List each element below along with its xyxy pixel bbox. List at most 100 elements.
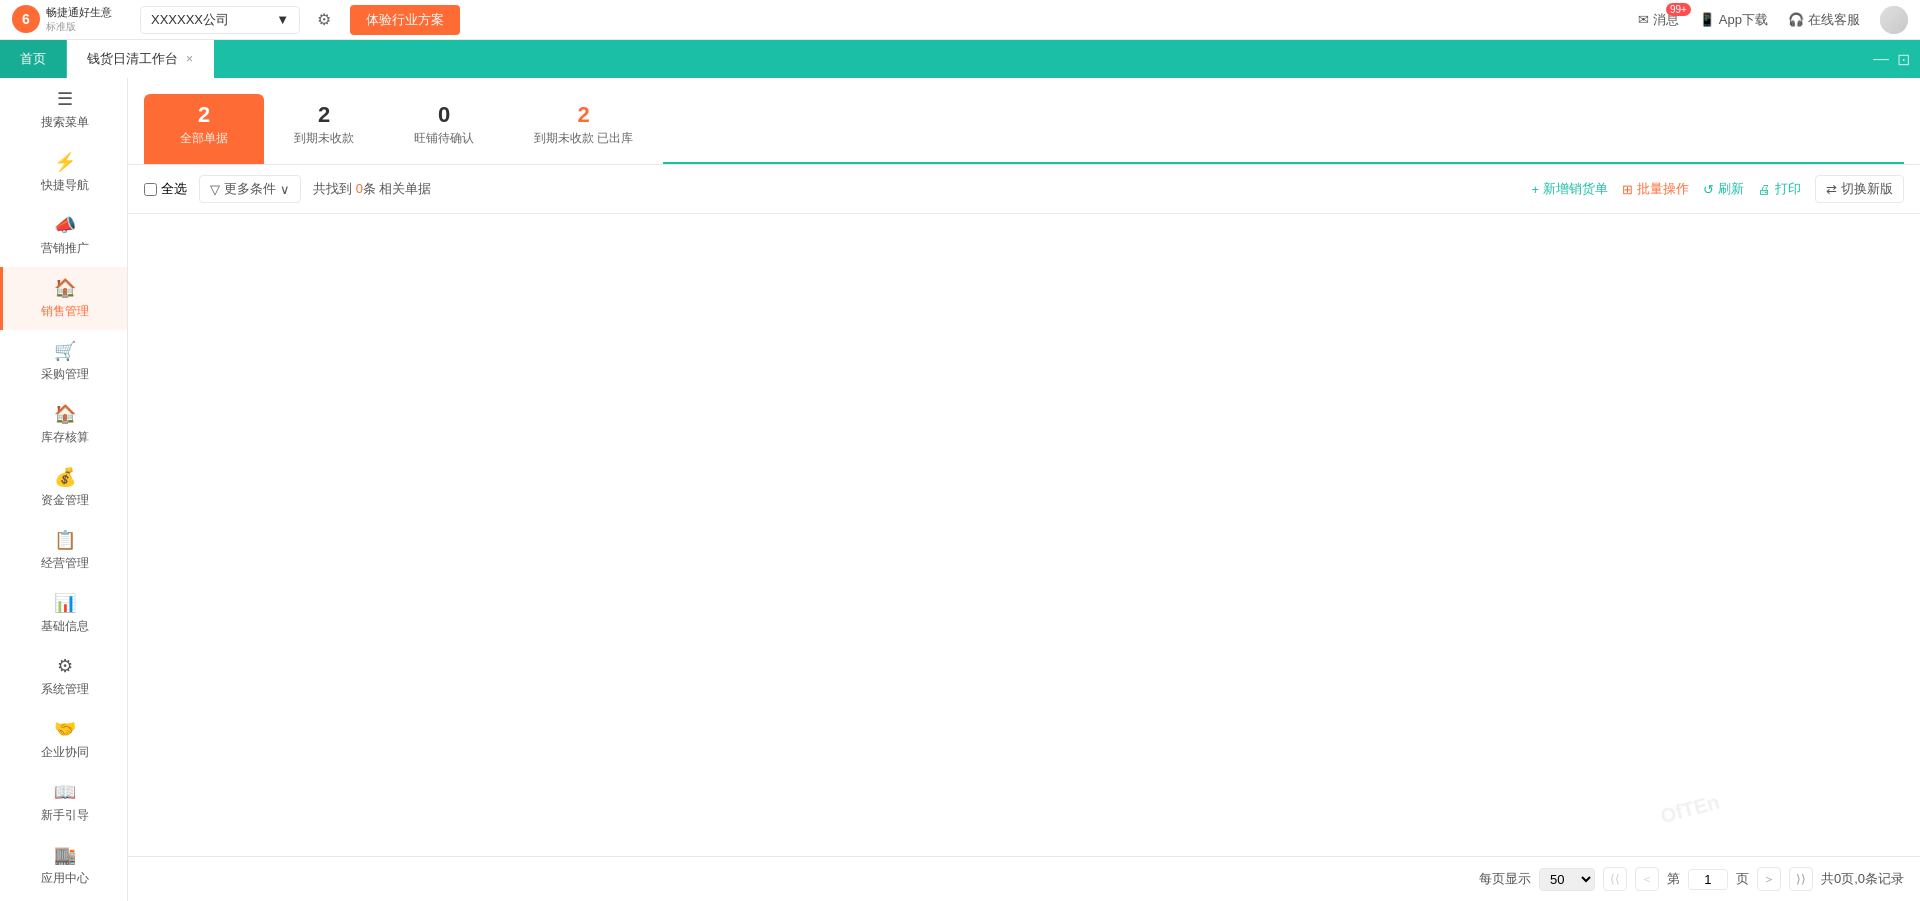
inventory-icon: 🏠	[54, 403, 76, 425]
select-all-checkbox[interactable]	[144, 183, 157, 196]
marketing-label: 营销推广	[41, 240, 89, 257]
maximize-icon[interactable]: ⊡	[1897, 50, 1910, 69]
sales-label: 销售管理	[41, 303, 89, 320]
basic-info-label: 基础信息	[41, 618, 89, 635]
batch-icon: ⊞	[1622, 182, 1633, 197]
online-service-label: 在线客服	[1808, 11, 1860, 29]
per-page-select[interactable]: 50 100 200	[1539, 868, 1595, 891]
company-name: XXXXXX公司	[151, 11, 229, 29]
app-center-label: 应用中心	[41, 870, 89, 887]
sidebar-item-system[interactable]: ⚙ 系统管理	[0, 645, 127, 708]
stat-pending-label: 旺铺待确认	[414, 130, 474, 147]
plus-icon: +	[1531, 182, 1539, 197]
stat-tab-shipped[interactable]: 2 到期未收款 已出库	[504, 94, 663, 164]
settings-button[interactable]: ⚙	[308, 4, 340, 36]
company-selector[interactable]: XXXXXX公司 ▼	[140, 6, 300, 34]
stat-shipped-count: 2	[534, 102, 633, 128]
search-menu-label: 搜索菜单	[41, 114, 89, 131]
message-button[interactable]: ✉ 消息 99+	[1638, 11, 1679, 29]
prev-page-button[interactable]: ＜	[1635, 867, 1659, 891]
batch-operation-button[interactable]: ⊞ 批量操作	[1622, 180, 1689, 198]
add-sales-order-button[interactable]: + 新增销货单	[1531, 180, 1608, 198]
marketing-icon: 📣	[54, 214, 76, 236]
print-button[interactable]: 🖨 打印	[1758, 180, 1801, 198]
stat-pending-count: 0	[414, 102, 474, 128]
avatar[interactable]	[1880, 6, 1908, 34]
home-tab-label: 首页	[20, 50, 46, 68]
system-icon: ⚙	[57, 655, 73, 677]
select-all-label: 全选	[161, 180, 187, 198]
per-page-label: 每页显示	[1479, 870, 1531, 888]
stat-overdue-label: 到期未收款	[294, 130, 354, 147]
inventory-label: 库存核算	[41, 429, 89, 446]
stat-tab-overdue[interactable]: 2 到期未收款	[264, 94, 384, 164]
purchase-icon: 🛒	[54, 340, 76, 362]
table-area	[128, 214, 1920, 856]
nav-tabs: 首页 钱货日清工作台 × — ⊡	[0, 40, 1920, 78]
sidebar-item-marketing[interactable]: 📣 营销推广	[0, 204, 127, 267]
sidebar-item-quick-nav[interactable]: ⚡ 快捷导航	[0, 141, 127, 204]
stat-all-label: 全部单据	[174, 130, 234, 147]
refresh-button[interactable]: ↺ 刷新	[1703, 180, 1744, 198]
refresh-label: 刷新	[1718, 180, 1744, 198]
filter-button[interactable]: ▽ 更多条件 ∨	[199, 175, 301, 203]
current-page-input[interactable]	[1688, 869, 1728, 890]
search-menu-icon: ☰	[57, 88, 73, 110]
quick-nav-icon: ⚡	[54, 151, 76, 173]
sidebar: ☰ 搜索菜单 ⚡ 快捷导航 📣 营销推广 🏠 销售管理 🛒 采购管理 🏠 库存核…	[0, 78, 128, 901]
finance-icon: 💰	[54, 466, 76, 488]
sidebar-item-enterprise[interactable]: 🤝 企业协同	[0, 708, 127, 771]
service-icon: 🎧	[1788, 12, 1804, 27]
content-area: 2 全部单据 2 到期未收款 0 旺铺待确认 2 到期未收款 已出库 全选	[128, 78, 1920, 901]
select-all-area[interactable]: 全选	[144, 180, 187, 198]
minimize-icon[interactable]: —	[1873, 50, 1889, 68]
experience-button[interactable]: 体验行业方案	[350, 5, 460, 35]
page-suffix-label: 页	[1736, 870, 1749, 888]
sidebar-item-finance[interactable]: 💰 资金管理	[0, 456, 127, 519]
switch-version-button[interactable]: ⇄ 切换新版	[1815, 175, 1904, 203]
first-page-button[interactable]: ⟨⟨	[1603, 867, 1627, 891]
app-center-icon: 🏬	[54, 844, 76, 866]
system-label: 系统管理	[41, 681, 89, 698]
found-count-text: 共找到 0条 相关单据	[313, 180, 431, 198]
tab-home[interactable]: 首页	[0, 40, 67, 78]
stat-tab-pending[interactable]: 0 旺铺待确认	[384, 94, 504, 164]
app-subtitle: 标准版	[46, 20, 112, 34]
sales-icon: 🏠	[54, 277, 76, 299]
stat-overdue-count: 2	[294, 102, 354, 128]
sidebar-item-inventory[interactable]: 🏠 库存核算	[0, 393, 127, 456]
tab-work-bench[interactable]: 钱货日清工作台 ×	[67, 40, 214, 78]
app-download-button[interactable]: 📱 App下载	[1699, 11, 1768, 29]
pagination: 每页显示 50 100 200 ⟨⟨ ＜ 第 页 ＞ ⟩⟩ 共0页,0条记录	[128, 856, 1920, 901]
sidebar-item-guide[interactable]: 📖 新手引导	[0, 771, 127, 834]
operations-label: 经营管理	[41, 555, 89, 572]
guide-label: 新手引导	[41, 807, 89, 824]
sidebar-item-sales[interactable]: 🏠 销售管理	[0, 267, 127, 330]
sidebar-item-search-menu[interactable]: ☰ 搜索菜单	[0, 78, 127, 141]
stat-all-count: 2	[174, 102, 234, 128]
sidebar-item-operations[interactable]: 📋 经营管理	[0, 519, 127, 582]
page-prefix-label: 第	[1667, 870, 1680, 888]
close-tab-icon[interactable]: ×	[186, 52, 193, 66]
refresh-icon: ↺	[1703, 182, 1714, 197]
stats-tabs: 2 全部单据 2 到期未收款 0 旺铺待确认 2 到期未收款 已出库	[128, 78, 1920, 165]
message-badge: 99+	[1666, 3, 1691, 16]
next-page-button[interactable]: ＞	[1757, 867, 1781, 891]
stat-shipped-label: 到期未收款 已出库	[534, 130, 633, 147]
sidebar-item-purchase[interactable]: 🛒 采购管理	[0, 330, 127, 393]
online-service-button[interactable]: 🎧 在线客服	[1788, 11, 1860, 29]
filter-label: 更多条件	[224, 180, 276, 198]
enterprise-label: 企业协同	[41, 744, 89, 761]
logo-area: 6 畅捷通好生意 标准版	[12, 5, 140, 33]
operations-icon: 📋	[54, 529, 76, 551]
logo-icon: 6	[12, 5, 40, 33]
sidebar-item-app-center[interactable]: 🏬 应用中心	[0, 834, 127, 897]
sidebar-item-basic-info[interactable]: 📊 基础信息	[0, 582, 127, 645]
main-layout: ☰ 搜索菜单 ⚡ 快捷导航 📣 营销推广 🏠 销售管理 🛒 采购管理 🏠 库存核…	[0, 78, 1920, 901]
toolbar-actions: + 新增销货单 ⊞ 批量操作 ↺ 刷新 🖨 打印 ⇄ 切换新版	[1531, 175, 1904, 203]
last-page-button[interactable]: ⟩⟩	[1789, 867, 1813, 891]
top-header: 6 畅捷通好生意 标准版 XXXXXX公司 ▼ ⚙ 体验行业方案 ✉ 消息 99…	[0, 0, 1920, 40]
stat-tab-all[interactable]: 2 全部单据	[144, 94, 264, 164]
stat-tabs-spacer	[663, 94, 1904, 164]
sidebar-item-wechat[interactable]: 💬 企业微信	[0, 897, 127, 901]
